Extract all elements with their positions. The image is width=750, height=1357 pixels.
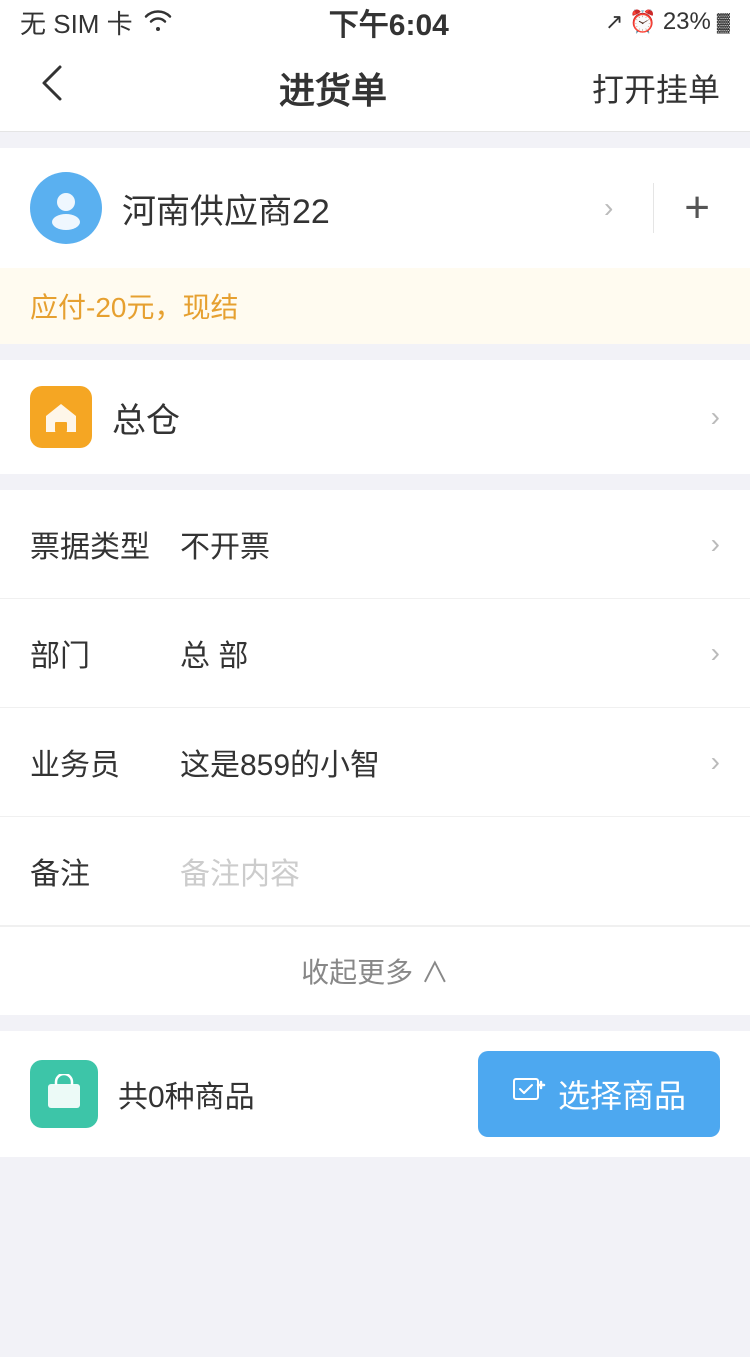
- chevron-right-icon: ›: [711, 746, 720, 778]
- invoice-type-row[interactable]: 票据类型 不开票 ›: [0, 490, 750, 599]
- remark-input[interactable]: 备注内容: [170, 849, 720, 893]
- battery-icon: ▓: [717, 12, 730, 33]
- location-icon: ↗: [605, 9, 623, 35]
- supplier-avatar: [30, 172, 102, 244]
- remark-row[interactable]: 备注 备注内容: [0, 817, 750, 926]
- page-background: [0, 1157, 750, 1357]
- page-title: 进货单: [279, 62, 387, 114]
- bottom-bar: 共0种商品 选择商品: [0, 1031, 750, 1157]
- supplier-section: 河南供应商22 › + 应付-20元，现结: [0, 148, 750, 344]
- select-product-icon: [512, 1075, 546, 1113]
- chevron-right-icon: ›: [711, 637, 720, 669]
- chevron-right-icon: ›: [711, 401, 720, 433]
- chevron-right-icon: ›: [604, 192, 613, 224]
- open-pending-button[interactable]: 打开挂单: [592, 65, 720, 111]
- nav-bar: 进货单 打开挂单: [0, 44, 750, 132]
- vertical-divider: [653, 183, 654, 233]
- select-product-button[interactable]: 选择商品: [478, 1051, 720, 1137]
- warehouse-row[interactable]: 总仓 ›: [0, 360, 750, 474]
- warehouse-section: 总仓 ›: [0, 360, 750, 474]
- alarm-icon: ⏰: [629, 9, 656, 35]
- form-section: 票据类型 不开票 › 部门 总 部 › 业务员 这是859的小智 › 备注 备注…: [0, 490, 750, 1015]
- status-time: 下午6:04: [329, 0, 449, 44]
- status-bar: 无 SIM 卡 下午6:04 ↗ ⏰ 23% ▓: [0, 0, 750, 44]
- department-row[interactable]: 部门 总 部 ›: [0, 599, 750, 708]
- remark-label: 备注: [30, 849, 170, 893]
- notice-bar: 应付-20元，现结: [0, 268, 750, 344]
- department-value: 总 部: [170, 631, 701, 675]
- collapse-row[interactable]: 收起更多 ∧: [0, 926, 750, 1015]
- status-right: ↗ ⏰ 23% ▓: [605, 8, 730, 36]
- supplier-row[interactable]: 河南供应商22 › +: [0, 148, 750, 268]
- wifi-icon: [143, 7, 173, 38]
- collapse-button[interactable]: 收起更多 ∧: [301, 951, 449, 991]
- battery-text: 23%: [663, 8, 711, 36]
- product-icon: [30, 1060, 98, 1128]
- warehouse-name: 总仓: [112, 393, 701, 442]
- supplier-name: 河南供应商22: [122, 184, 604, 233]
- notice-text: 应付-20元，现结: [30, 292, 238, 323]
- salesperson-value: 这是859的小智: [170, 740, 701, 784]
- salesperson-row[interactable]: 业务员 这是859的小智 ›: [0, 708, 750, 817]
- carrier-text: 无 SIM 卡: [20, 4, 133, 41]
- select-product-label: 选择商品: [558, 1071, 686, 1117]
- chevron-right-icon: ›: [711, 528, 720, 560]
- back-button[interactable]: [30, 53, 74, 123]
- salesperson-label: 业务员: [30, 740, 170, 784]
- product-count-text: 共0种商品: [118, 1072, 458, 1116]
- department-label: 部门: [30, 631, 170, 675]
- invoice-type-value: 不开票: [170, 522, 701, 566]
- add-supplier-button[interactable]: +: [674, 183, 720, 233]
- invoice-type-label: 票据类型: [30, 522, 170, 566]
- warehouse-icon: [30, 386, 92, 448]
- status-left: 无 SIM 卡: [20, 4, 173, 41]
